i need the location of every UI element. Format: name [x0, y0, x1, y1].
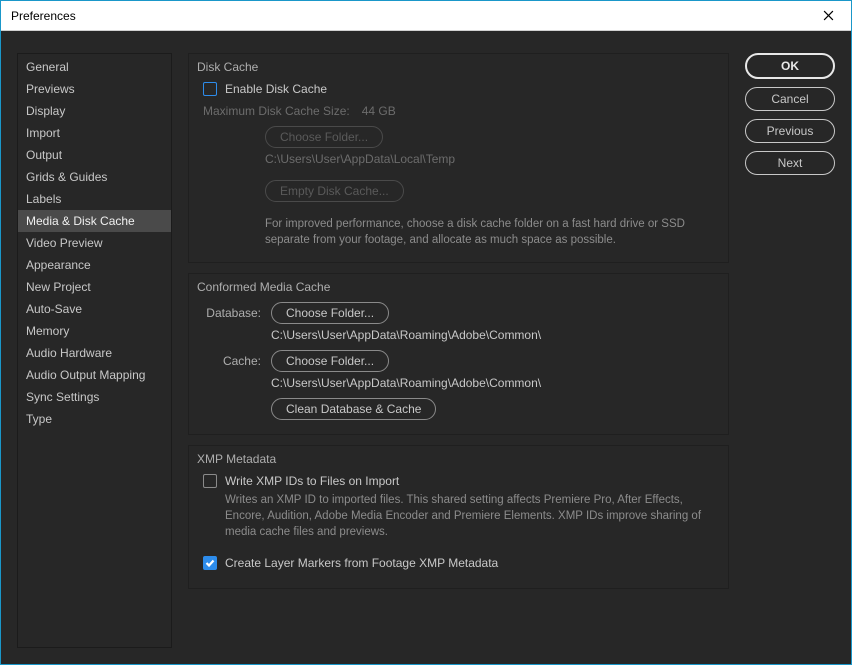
main-panel: Disk Cache Enable Disk Cache Maximum Dis… — [188, 53, 729, 648]
xmp-metadata-panel: XMP Metadata Write XMP IDs to Files on I… — [188, 445, 729, 589]
enable-disk-cache-label: Enable Disk Cache — [225, 82, 327, 96]
ok-button[interactable]: OK — [745, 53, 835, 79]
sidebar-item-media-disk-cache[interactable]: Media & Disk Cache — [18, 210, 171, 232]
database-path: C:\Users\User\AppData\Roaming\Adobe\Comm… — [271, 328, 714, 342]
write-xmp-checkbox[interactable] — [203, 474, 217, 488]
sidebar-item-label: Previews — [26, 82, 75, 96]
titlebar: Preferences — [1, 1, 851, 31]
cancel-button[interactable]: Cancel — [745, 87, 835, 111]
max-cache-size-value: 44 GB — [362, 104, 396, 118]
disk-cache-choose-folder-button[interactable]: Choose Folder... — [265, 126, 383, 148]
sidebar-item-general[interactable]: General — [18, 56, 171, 78]
sidebar-item-label: Video Preview — [26, 236, 103, 250]
sidebar-item-memory[interactable]: Memory — [18, 320, 171, 342]
sidebar-item-label: Audio Output Mapping — [26, 368, 145, 382]
sidebar-item-audio-hardware[interactable]: Audio Hardware — [18, 342, 171, 364]
previous-button[interactable]: Previous — [745, 119, 835, 143]
sidebar-item-label: Audio Hardware — [26, 346, 112, 360]
empty-disk-cache-button[interactable]: Empty Disk Cache... — [265, 180, 404, 202]
sidebar-item-import[interactable]: Import — [18, 122, 171, 144]
next-button[interactable]: Next — [745, 151, 835, 175]
sidebar-item-grids-guides[interactable]: Grids & Guides — [18, 166, 171, 188]
disk-cache-panel: Disk Cache Enable Disk Cache Maximum Dis… — [188, 53, 729, 263]
cache-choose-folder-button[interactable]: Choose Folder... — [271, 350, 389, 372]
sidebar-item-labels[interactable]: Labels — [18, 188, 171, 210]
sidebar-item-label: Labels — [26, 192, 61, 206]
sidebar: General Previews Display Import Output G… — [17, 53, 172, 648]
sidebar-item-auto-save[interactable]: Auto-Save — [18, 298, 171, 320]
cache-path: C:\Users\User\AppData\Roaming\Adobe\Comm… — [271, 376, 714, 390]
close-button[interactable] — [813, 1, 843, 30]
conformed-media-cache-panel: Conformed Media Cache Database: Choose F… — [188, 273, 729, 435]
close-icon — [823, 9, 834, 23]
disk-cache-advice: For improved performance, choose a disk … — [265, 216, 714, 248]
sidebar-item-label: General — [26, 60, 69, 74]
sidebar-item-display[interactable]: Display — [18, 100, 171, 122]
sidebar-item-label: Auto-Save — [26, 302, 82, 316]
sidebar-item-video-preview[interactable]: Video Preview — [18, 232, 171, 254]
sidebar-item-previews[interactable]: Previews — [18, 78, 171, 100]
sidebar-item-label: Media & Disk Cache — [26, 214, 135, 228]
database-choose-folder-button[interactable]: Choose Folder... — [271, 302, 389, 324]
action-buttons: OK Cancel Previous Next — [745, 53, 835, 648]
sidebar-item-label: Grids & Guides — [26, 170, 107, 184]
clean-database-cache-button[interactable]: Clean Database & Cache — [271, 398, 436, 420]
preferences-window: Preferences General Previews Display Imp… — [0, 0, 852, 665]
sidebar-item-appearance[interactable]: Appearance — [18, 254, 171, 276]
sidebar-item-label: Display — [26, 104, 65, 118]
sidebar-item-label: Appearance — [26, 258, 91, 272]
create-layer-markers-checkbox[interactable] — [203, 556, 217, 570]
sidebar-item-sync-settings[interactable]: Sync Settings — [18, 386, 171, 408]
sidebar-item-audio-output-mapping[interactable]: Audio Output Mapping — [18, 364, 171, 386]
sidebar-item-label: New Project — [26, 280, 91, 294]
disk-cache-title: Disk Cache — [197, 60, 714, 74]
create-layer-markers-label: Create Layer Markers from Footage XMP Me… — [225, 556, 498, 570]
write-xmp-description: Writes an XMP ID to imported files. This… — [225, 492, 714, 540]
sidebar-item-label: Import — [26, 126, 60, 140]
database-label: Database: — [203, 306, 261, 320]
sidebar-item-label: Sync Settings — [26, 390, 99, 404]
dialog-body: General Previews Display Import Output G… — [1, 31, 851, 664]
xmp-title: XMP Metadata — [197, 452, 714, 466]
sidebar-item-output[interactable]: Output — [18, 144, 171, 166]
disk-cache-folder-path: C:\Users\User\AppData\Local\Temp — [265, 152, 714, 166]
max-cache-size-label: Maximum Disk Cache Size: — [203, 104, 350, 118]
enable-disk-cache-row: Enable Disk Cache — [203, 82, 714, 96]
sidebar-item-label: Output — [26, 148, 62, 162]
cache-label: Cache: — [203, 354, 261, 368]
sidebar-item-label: Memory — [26, 324, 69, 338]
sidebar-item-label: Type — [26, 412, 52, 426]
sidebar-item-type[interactable]: Type — [18, 408, 171, 430]
conformed-title: Conformed Media Cache — [197, 280, 714, 294]
sidebar-item-new-project[interactable]: New Project — [18, 276, 171, 298]
enable-disk-cache-checkbox[interactable] — [203, 82, 217, 96]
window-title: Preferences — [11, 9, 76, 23]
write-xmp-label: Write XMP IDs to Files on Import — [225, 474, 399, 488]
